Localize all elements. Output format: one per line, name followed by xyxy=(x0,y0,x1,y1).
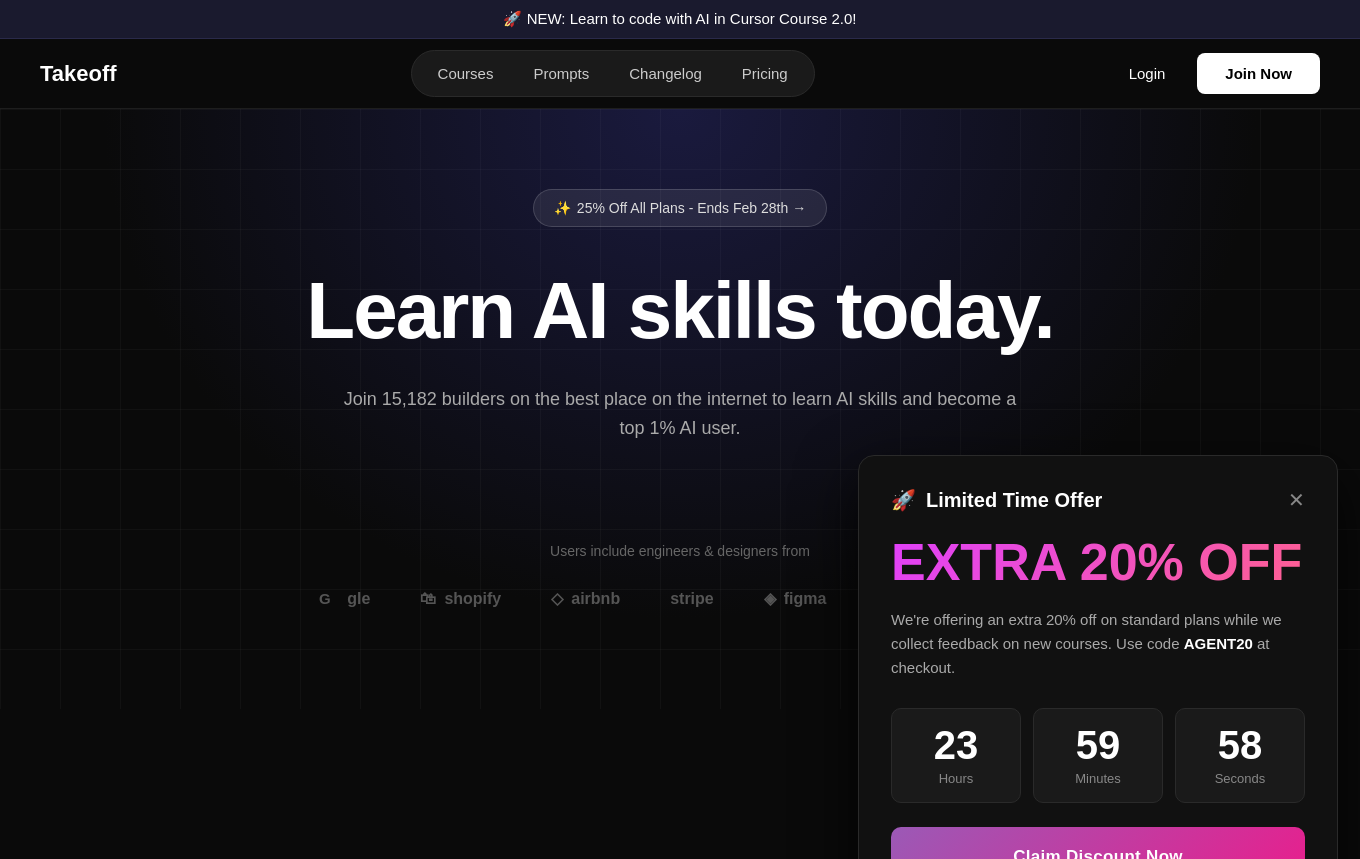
navbar-actions: Login Join Now xyxy=(1109,53,1320,94)
popup-description: We're offering an extra 20% off on stand… xyxy=(891,608,1305,680)
timer-seconds: 58 Seconds xyxy=(1175,708,1305,803)
timer-hours: 23 Hours xyxy=(891,708,1021,803)
popup-discount-text: EXTRA 20% OFF xyxy=(891,536,1305,588)
countdown-timer: 23 Hours 59 Minutes 58 Seconds xyxy=(891,708,1305,803)
navbar: Takeoff Courses Prompts Changelog Pricin… xyxy=(0,39,1360,109)
join-button[interactable]: Join Now xyxy=(1197,53,1320,94)
badge-emoji: ✨ xyxy=(554,200,571,216)
timer-hours-value: 23 xyxy=(904,725,1008,765)
company-figma: ◈ figma xyxy=(764,589,827,608)
timer-minutes-label: Minutes xyxy=(1046,771,1150,786)
company-shopify: 🛍 shopify xyxy=(420,590,501,608)
popup-title-emoji: 🚀 xyxy=(891,488,916,512)
timer-seconds-label: Seconds xyxy=(1188,771,1292,786)
popup-code: AGENT20 xyxy=(1184,635,1253,652)
nav-item-pricing[interactable]: Pricing xyxy=(724,57,806,90)
timer-hours-label: Hours xyxy=(904,771,1008,786)
banner-link[interactable]: NEW: Learn to code with AI in Cursor Cou… xyxy=(527,10,857,27)
timer-minutes-value: 59 xyxy=(1046,725,1150,765)
discount-badge[interactable]: ✨ 25% Off All Plans - Ends Feb 28th → xyxy=(533,189,827,227)
claim-discount-button[interactable]: Claim Discount Now xyxy=(891,827,1305,859)
hero-title: Learn AI skills today. xyxy=(40,267,1320,355)
timer-minutes: 59 Minutes xyxy=(1033,708,1163,803)
svg-text:G: G xyxy=(319,590,331,607)
popup-title: 🚀 Limited Time Offer xyxy=(891,488,1102,512)
nav-item-courses[interactable]: Courses xyxy=(420,57,512,90)
logo[interactable]: Takeoff xyxy=(40,61,117,87)
popup-header: 🚀 Limited Time Offer ✕ xyxy=(891,488,1305,512)
popup-close-button[interactable]: ✕ xyxy=(1288,490,1305,510)
company-google: G gle xyxy=(319,589,370,609)
hero-subtitle: Join 15,182 builders on the best place o… xyxy=(330,385,1030,443)
timer-seconds-value: 58 xyxy=(1188,725,1292,765)
nav-item-changelog[interactable]: Changelog xyxy=(611,57,720,90)
top-banner[interactable]: 🚀 NEW: Learn to code with AI in Cursor C… xyxy=(0,0,1360,39)
badge-text: 25% Off All Plans - Ends Feb 28th → xyxy=(577,200,806,216)
login-button[interactable]: Login xyxy=(1109,55,1186,92)
popup-title-text: Limited Time Offer xyxy=(926,489,1102,512)
company-stripe: stripe xyxy=(670,590,714,608)
banner-emoji: 🚀 xyxy=(503,10,522,27)
nav-item-prompts[interactable]: Prompts xyxy=(515,57,607,90)
nav-menu: Courses Prompts Changelog Pricing xyxy=(411,50,815,97)
company-airbnb: ◇ airbnb xyxy=(551,589,620,608)
popup-modal: 🚀 Limited Time Offer ✕ EXTRA 20% OFF We'… xyxy=(858,455,1338,859)
